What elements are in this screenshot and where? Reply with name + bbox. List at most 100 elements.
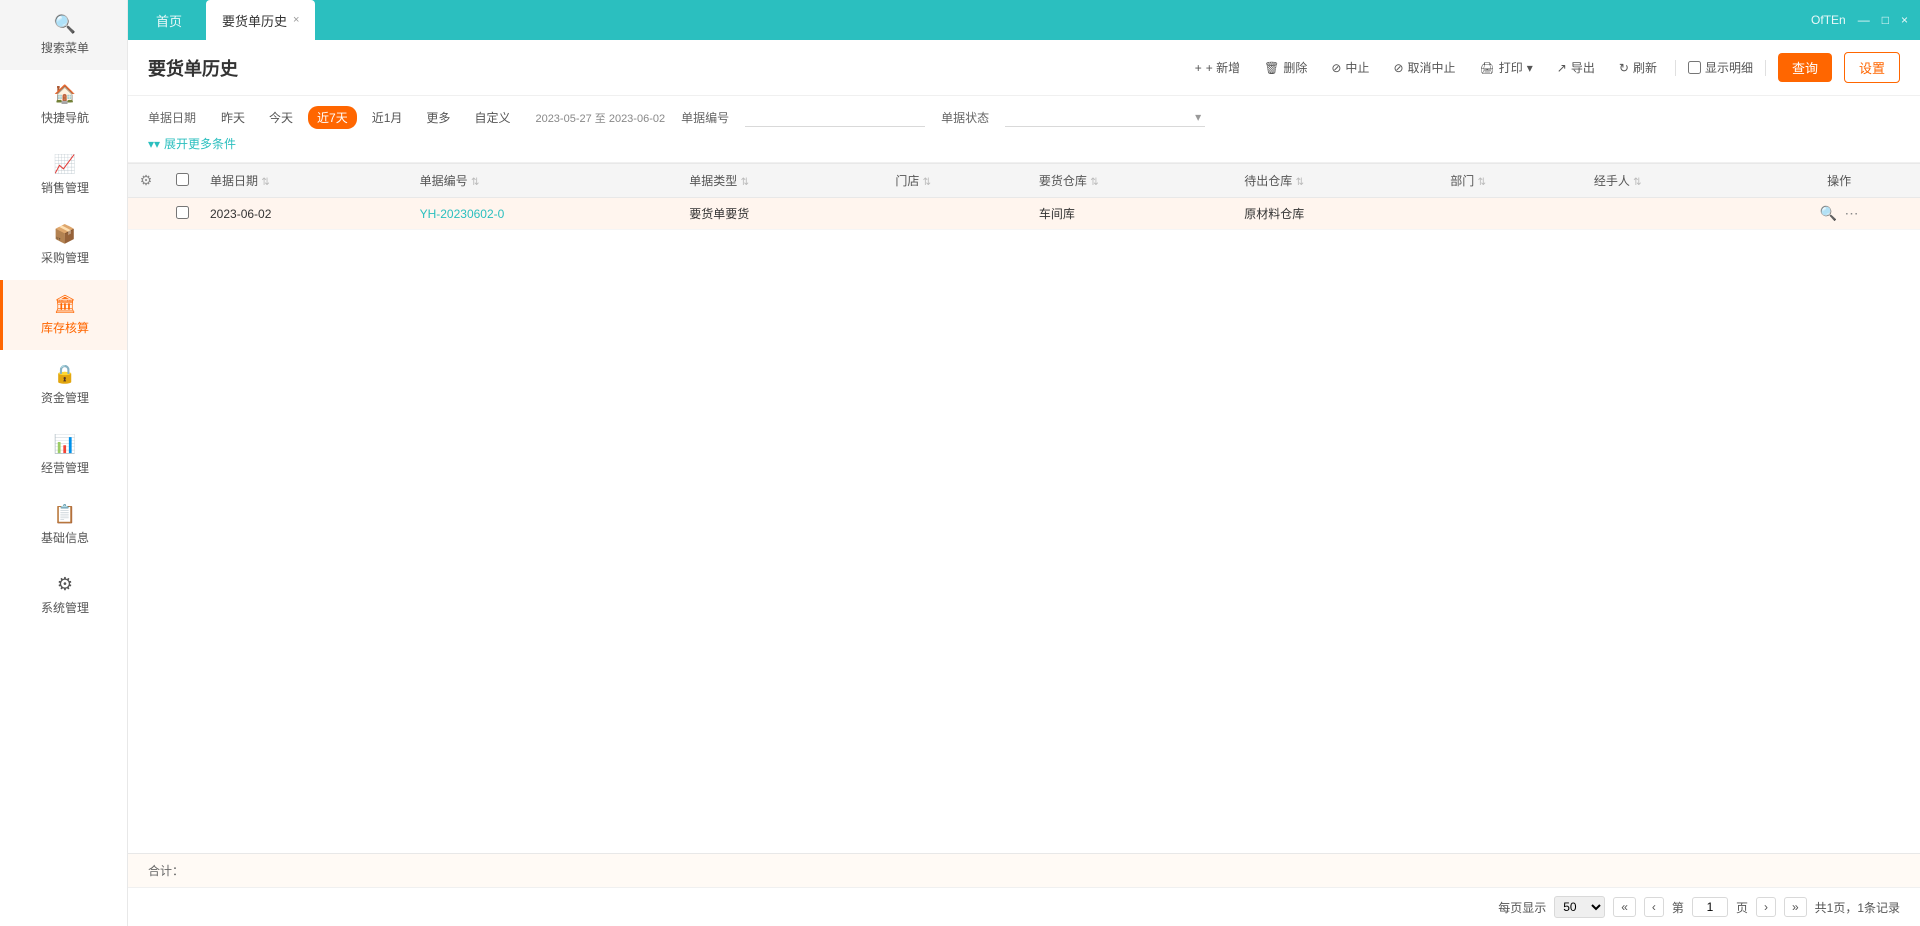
col-doc-date[interactable]: 单据日期 ⇅ bbox=[200, 164, 410, 198]
row-check[interactable] bbox=[164, 198, 200, 230]
tab-home[interactable]: 首页 bbox=[140, 0, 198, 40]
doc-no-link[interactable]: YH-20230602-0 bbox=[420, 207, 505, 221]
sidebar-item-fund-mgmt[interactable]: 🔒 资金管理 bbox=[0, 350, 127, 420]
sort-department-icon[interactable]: ⇅ bbox=[1478, 177, 1486, 188]
sidebar-item-label: 搜索菜单 bbox=[41, 39, 89, 56]
col-req-warehouse-label: 要货仓库 bbox=[1039, 174, 1087, 188]
tab-home-label: 首页 bbox=[156, 11, 182, 30]
new-label: + 新增 bbox=[1206, 59, 1240, 76]
col-pending-warehouse-label: 待出仓库 bbox=[1244, 174, 1292, 188]
sort-pending-warehouse-icon[interactable]: ⇅ bbox=[1296, 177, 1304, 188]
sidebar-item-label: 快捷导航 bbox=[41, 109, 89, 126]
status-select-wrapper[interactable]: 待审核 已审核 已作废 ▾ bbox=[1005, 108, 1205, 127]
doc-no-input[interactable] bbox=[745, 108, 925, 127]
col-doc-type-label: 单据类型 bbox=[689, 174, 737, 188]
col-store[interactable]: 门店 ⇅ bbox=[885, 164, 1029, 198]
page-number-input[interactable] bbox=[1692, 897, 1728, 917]
page-jump-prefix: 第 bbox=[1672, 899, 1684, 916]
page-suffix: 页 bbox=[1736, 899, 1748, 916]
prev-page-button[interactable]: ‹ bbox=[1644, 897, 1664, 917]
col-ops: 操作 bbox=[1758, 164, 1920, 198]
pagination: 每页显示 10 20 50 100 « ‹ 第 页 › » 共1页，1条记录 bbox=[128, 887, 1920, 926]
cancel-stop-button[interactable]: ⊘ 取消中止 bbox=[1387, 55, 1461, 80]
topbar-close-icon[interactable]: × bbox=[1901, 13, 1908, 27]
date-btn-custom[interactable]: 自定义 bbox=[465, 106, 519, 129]
export-icon: ↗ bbox=[1557, 61, 1567, 75]
table-header-row: ⚙ 单据日期 ⇅ 单据编号 ⇅ bbox=[128, 164, 1920, 198]
cancel-stop-icon: ⊘ bbox=[1393, 61, 1403, 75]
col-doc-no-label: 单据编号 bbox=[420, 174, 468, 188]
inventory-icon: 🏛 bbox=[54, 294, 77, 315]
col-department-label: 部门 bbox=[1450, 174, 1474, 188]
sidebar-item-search-menu[interactable]: 🔍 搜索菜单 bbox=[0, 0, 127, 70]
date-btn-7days[interactable]: 近7天 bbox=[308, 106, 357, 129]
topbar-maximize-icon[interactable]: □ bbox=[1882, 13, 1889, 27]
col-req-warehouse[interactable]: 要货仓库 ⇅ bbox=[1029, 164, 1234, 198]
sort-req-warehouse-icon[interactable]: ⇅ bbox=[1090, 177, 1098, 188]
gear-icon[interactable]: ⚙ bbox=[140, 172, 153, 188]
row-more-icon[interactable]: ⋯ bbox=[1845, 205, 1859, 221]
topbar-often-label[interactable]: OfTEn bbox=[1811, 13, 1846, 27]
next-page-button[interactable]: › bbox=[1756, 897, 1776, 917]
sidebar-item-basic-info[interactable]: 📋 基础信息 bbox=[0, 490, 127, 560]
print-button[interactable]: 🖨 打印 ▾ bbox=[1474, 55, 1539, 80]
export-button[interactable]: ↗ 导出 bbox=[1551, 55, 1601, 80]
display-cell-checkbox[interactable] bbox=[1688, 61, 1701, 74]
sidebar-item-inventory[interactable]: 🏛 库存核算 bbox=[0, 280, 127, 350]
cell-req-warehouse: 车间库 bbox=[1029, 198, 1234, 230]
col-settings[interactable]: ⚙ bbox=[128, 164, 164, 198]
toolbar-divider bbox=[1675, 60, 1676, 76]
col-doc-type[interactable]: 单据类型 ⇅ bbox=[679, 164, 885, 198]
topbar: 首页 要货单历史 × OfTEn — □ × bbox=[128, 0, 1920, 40]
sidebar-item-label: 采购管理 bbox=[41, 249, 89, 266]
sidebar-item-quick-nav[interactable]: 🏠 快捷导航 bbox=[0, 70, 127, 140]
sort-doc-no-icon[interactable]: ⇅ bbox=[471, 177, 479, 188]
sidebar-item-sales-mgmt[interactable]: 📈 销售管理 bbox=[0, 140, 127, 210]
expand-more-button[interactable]: ▾▾ 展开更多条件 bbox=[148, 135, 1900, 152]
last-page-button[interactable]: » bbox=[1784, 897, 1807, 917]
sort-doc-type-icon[interactable]: ⇅ bbox=[741, 177, 749, 188]
sort-store-icon[interactable]: ⇅ bbox=[923, 177, 931, 188]
topbar-right-actions: OfTEn — □ × bbox=[1811, 13, 1908, 27]
col-pending-warehouse[interactable]: 待出仓库 ⇅ bbox=[1234, 164, 1440, 198]
ops-icon: 📊 bbox=[54, 434, 76, 455]
first-page-button[interactable]: « bbox=[1613, 897, 1636, 917]
sort-doc-date-icon[interactable]: ⇅ bbox=[261, 177, 269, 188]
query-label: 查询 bbox=[1792, 58, 1818, 77]
print-label: 打印 bbox=[1499, 59, 1523, 76]
date-btn-yesterday[interactable]: 昨天 bbox=[212, 106, 254, 129]
col-department[interactable]: 部门 ⇅ bbox=[1440, 164, 1584, 198]
settings-button[interactable]: 设置 bbox=[1844, 52, 1900, 83]
col-doc-no[interactable]: 单据编号 ⇅ bbox=[410, 164, 680, 198]
stop-button[interactable]: ⊘ 中止 bbox=[1325, 55, 1375, 80]
cell-department bbox=[1440, 198, 1584, 230]
cell-doc-no: YH-20230602-0 bbox=[410, 198, 680, 230]
sidebar-item-sys-mgmt[interactable]: ⚙ 系统管理 bbox=[0, 560, 127, 630]
tab-active[interactable]: 要货单历史 × bbox=[206, 0, 315, 40]
display-cell-button[interactable]: 显示明细 bbox=[1688, 59, 1753, 76]
sidebar-item-purchase-mgmt[interactable]: 📦 采购管理 bbox=[0, 210, 127, 280]
topbar-minimize-icon[interactable]: — bbox=[1858, 13, 1870, 27]
expand-more-label: 展开更多条件 bbox=[164, 135, 236, 152]
row-view-icon[interactable]: 🔍 bbox=[1820, 205, 1837, 221]
refresh-button[interactable]: ↻ 刷新 bbox=[1613, 55, 1663, 80]
sidebar-item-ops-mgmt[interactable]: 📊 经营管理 bbox=[0, 420, 127, 490]
cell-ops: 🔍 ⋯ bbox=[1758, 198, 1920, 230]
select-all-checkbox[interactable] bbox=[176, 173, 189, 186]
tab-close-icon[interactable]: × bbox=[293, 14, 299, 26]
doc-no-filter-label: 单据编号 bbox=[681, 109, 729, 126]
per-page-select[interactable]: 10 20 50 100 bbox=[1554, 896, 1605, 918]
query-button[interactable]: 查询 bbox=[1778, 53, 1832, 82]
fund-icon: 🔒 bbox=[54, 364, 76, 385]
purchase-icon: 📦 bbox=[54, 224, 76, 245]
cell-doc-date: 2023-06-02 bbox=[200, 198, 410, 230]
new-button[interactable]: + + 新增 bbox=[1189, 55, 1246, 80]
delete-button[interactable]: 🗑 删除 bbox=[1258, 55, 1313, 80]
date-btn-more[interactable]: 更多 bbox=[417, 106, 459, 129]
date-btn-1month[interactable]: 近1月 bbox=[363, 106, 412, 129]
date-btn-today[interactable]: 今天 bbox=[260, 106, 302, 129]
status-select[interactable]: 待审核 已审核 已作废 bbox=[1005, 108, 1205, 126]
col-handler[interactable]: 经手人 ⇅ bbox=[1584, 164, 1758, 198]
sort-handler-icon[interactable]: ⇅ bbox=[1633, 177, 1641, 188]
row-checkbox[interactable] bbox=[176, 206, 189, 219]
